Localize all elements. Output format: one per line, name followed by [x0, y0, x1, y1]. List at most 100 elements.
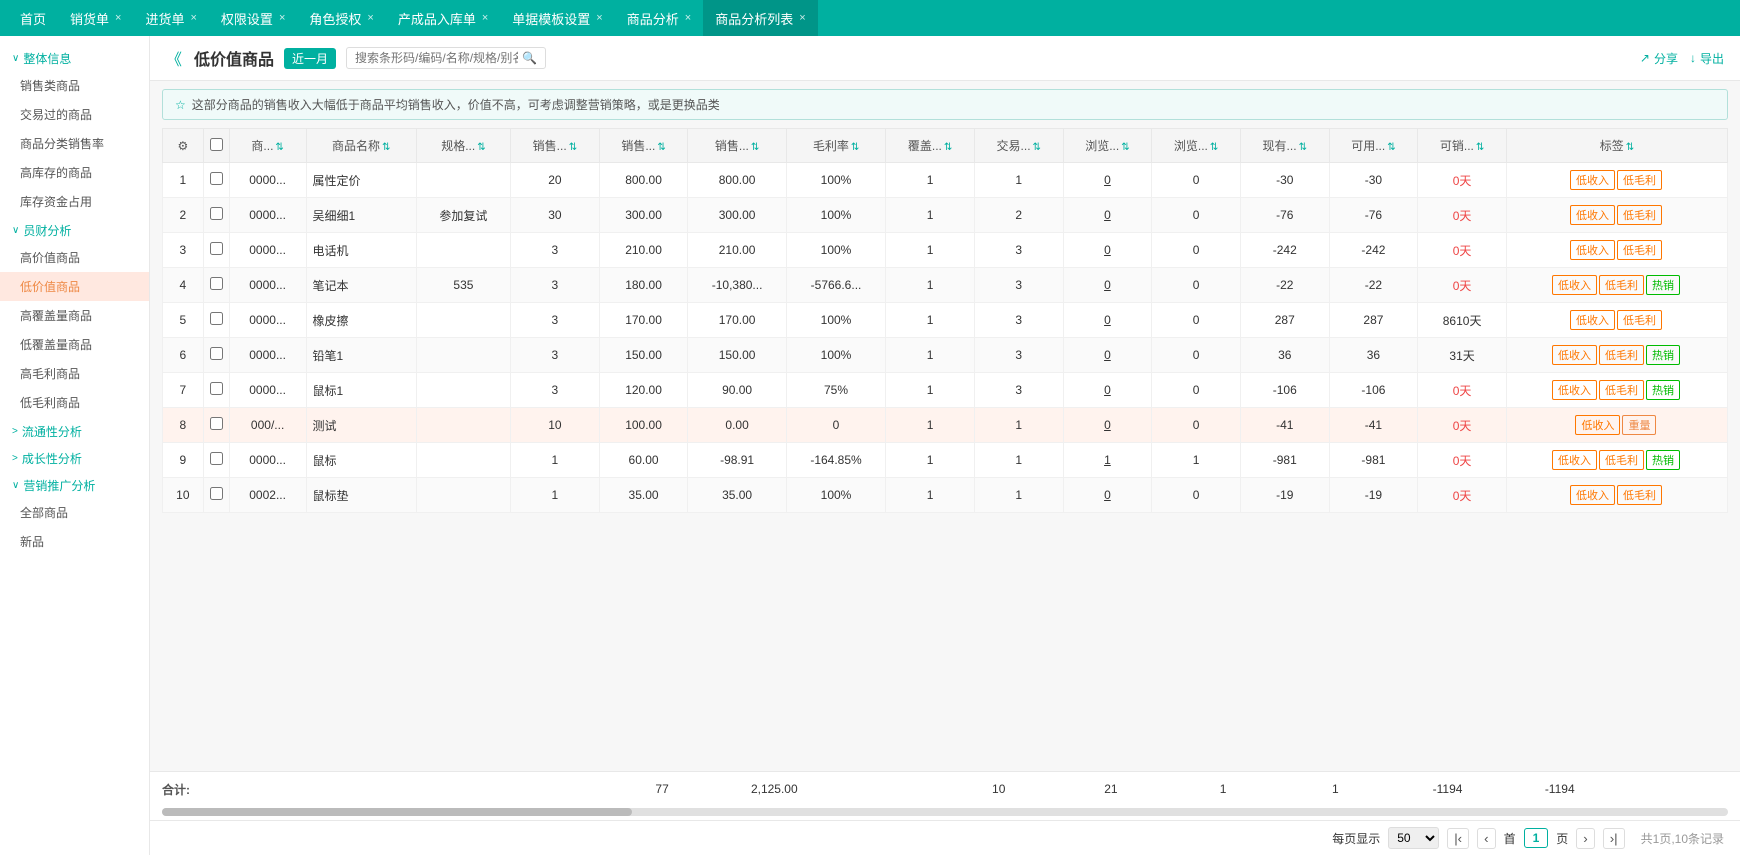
row-code: 0000... — [229, 373, 306, 408]
nav-permissions[interactable]: 权限设置 × — [209, 0, 297, 36]
col-name[interactable]: 商品名称⇅ — [306, 129, 416, 163]
scroll-track[interactable] — [162, 808, 1728, 816]
col-cover[interactable]: 覆盖...⇅ — [886, 129, 975, 163]
nav-close-icon[interactable]: × — [279, 12, 285, 24]
row-checkbox[interactable] — [210, 487, 223, 500]
sidebar-item-low-margin[interactable]: 低毛利商品 — [0, 388, 149, 417]
current-page-number[interactable]: 1 — [1524, 828, 1549, 848]
col-margin[interactable]: 毛利率⇅ — [786, 129, 885, 163]
col-tags[interactable]: 标签⇅ — [1506, 129, 1727, 163]
row-trade: 3 — [974, 303, 1063, 338]
sidebar-item-stock-capital[interactable]: 库存资金占用 — [0, 187, 149, 216]
col-sellable[interactable]: 可销...⇅ — [1418, 129, 1507, 163]
row-browse1[interactable]: 0 — [1063, 478, 1152, 513]
col-sale1[interactable]: 销售...⇅ — [599, 129, 688, 163]
sidebar-item-traded-products[interactable]: 交易过的商品 — [0, 100, 149, 129]
row-browse1[interactable]: 0 — [1063, 163, 1152, 198]
nav-purchase-order[interactable]: 进货单 × — [133, 0, 208, 36]
col-browse1[interactable]: 浏览...⇅ — [1063, 129, 1152, 163]
row-checkbox[interactable] — [210, 452, 223, 465]
nav-close-icon[interactable]: × — [115, 12, 121, 24]
nav-close-icon[interactable]: × — [190, 12, 196, 24]
export-button[interactable]: ↓ 导出 — [1690, 50, 1724, 67]
row-browse1[interactable]: 0 — [1063, 303, 1152, 338]
prev-page-button[interactable]: ‹ — [1477, 828, 1495, 849]
nav-close-icon[interactable]: × — [482, 12, 488, 24]
sidebar-item-high-value[interactable]: 高价值商品 — [0, 243, 149, 272]
row-browse1[interactable]: 0 — [1063, 373, 1152, 408]
row-checkbox[interactable] — [210, 417, 223, 430]
per-page-select[interactable]: 50 100 200 — [1388, 827, 1439, 849]
nav-close-icon[interactable]: × — [367, 12, 373, 24]
col-settings[interactable]: ⚙ — [163, 129, 204, 163]
row-browse1[interactable]: 1 — [1063, 443, 1152, 478]
col-sale2[interactable]: 销售...⇅ — [688, 129, 786, 163]
sidebar-item-category-sales-rate[interactable]: 商品分类销售率 — [0, 129, 149, 158]
row-days: 31天 — [1418, 338, 1507, 373]
tag: 低收入 — [1570, 485, 1615, 505]
sidebar-item-sales-products[interactable]: 销售类商品 — [0, 71, 149, 100]
nav-home[interactable]: 首页 — [8, 0, 58, 36]
row-margin: 100% — [786, 478, 885, 513]
sidebar-item-high-coverage[interactable]: 高覆盖量商品 — [0, 301, 149, 330]
nav-close-icon[interactable]: × — [685, 12, 691, 24]
col-qty[interactable]: 销售...⇅ — [511, 129, 600, 163]
row-checkbox[interactable] — [210, 172, 223, 185]
main-content: 《 低价值商品 近一月 🔍 ↗ 分享 ↓ 导出 ☆ 这部分商品的销售收入大幅 — [150, 36, 1740, 855]
scroll-thumb[interactable] — [162, 808, 632, 816]
sidebar-section-financial[interactable]: ∨ 员财分析 — [0, 216, 149, 243]
row-browse1[interactable]: 0 — [1063, 233, 1152, 268]
sidebar-item-low-value[interactable]: 低价值商品 — [0, 272, 149, 301]
nav-close-icon[interactable]: × — [799, 12, 805, 24]
nav-close-icon[interactable]: × — [596, 12, 602, 24]
row-browse2: 0 — [1152, 268, 1241, 303]
row-browse1[interactable]: 0 — [1063, 338, 1152, 373]
period-button[interactable]: 近一月 — [284, 48, 336, 69]
row-browse1[interactable]: 0 — [1063, 408, 1152, 443]
col-trade[interactable]: 交易...⇅ — [974, 129, 1063, 163]
nav-product-warehouse[interactable]: 产成品入库单 × — [386, 0, 500, 36]
sidebar-section-circulation[interactable]: > 流通性分析 — [0, 417, 149, 444]
col-browse2[interactable]: 浏览...⇅ — [1152, 129, 1241, 163]
row-browse1[interactable]: 0 — [1063, 268, 1152, 303]
row-checkbox[interactable] — [210, 207, 223, 220]
horizontal-scrollbar[interactable] — [150, 806, 1740, 820]
col-code[interactable]: 商...⇅ — [229, 129, 306, 163]
col-spec[interactable]: 规格...⇅ — [416, 129, 510, 163]
sidebar-section-marketing[interactable]: ∨ 营销推广分析 — [0, 471, 149, 498]
page-suffix-label: 页 — [1556, 830, 1568, 847]
row-checkbox[interactable] — [210, 277, 223, 290]
row-browse1[interactable]: 0 — [1063, 198, 1152, 233]
sidebar-section-growth[interactable]: > 成长性分析 — [0, 444, 149, 471]
nav-role-auth[interactable]: 角色授权 × — [297, 0, 385, 36]
row-checkbox[interactable] — [210, 242, 223, 255]
col-avail[interactable]: 可用...⇅ — [1329, 129, 1418, 163]
nav-product-analysis-list[interactable]: 商品分析列表 × — [703, 0, 817, 36]
next-page-button[interactable]: › — [1576, 828, 1594, 849]
nav-product-analysis[interactable]: 商品分析 × — [615, 0, 703, 36]
row-checkbox[interactable] — [210, 312, 223, 325]
last-page-button[interactable]: ›| — [1603, 828, 1625, 849]
sidebar-item-high-stock[interactable]: 高库存的商品 — [0, 158, 149, 187]
nav-template-settings[interactable]: 单据模板设置 × — [500, 0, 614, 36]
search-input[interactable] — [355, 51, 518, 65]
col-checkbox[interactable] — [203, 129, 229, 163]
row-spec — [416, 163, 510, 198]
sidebar-item-high-margin[interactable]: 高毛利商品 — [0, 359, 149, 388]
col-stock[interactable]: 现有...⇅ — [1240, 129, 1329, 163]
row-checkbox[interactable] — [210, 347, 223, 360]
nav-sales-order[interactable]: 销货单 × — [58, 0, 133, 36]
sidebar-item-all-products[interactable]: 全部商品 — [0, 498, 149, 527]
first-page-button[interactable]: |‹ — [1447, 828, 1469, 849]
row-qty: 1 — [511, 443, 600, 478]
share-button[interactable]: ↗ 分享 — [1640, 50, 1678, 67]
search-icon[interactable]: 🔍 — [522, 51, 537, 65]
sidebar-item-new-products[interactable]: 新品 — [0, 527, 149, 556]
sidebar-section-overall[interactable]: ∨ 整体信息 — [0, 44, 149, 71]
select-all-checkbox[interactable] — [210, 138, 223, 151]
row-number: 10 — [163, 478, 204, 513]
collapse-sidebar-button[interactable]: 《 — [166, 46, 182, 70]
tag: 低收入 — [1570, 310, 1615, 330]
row-checkbox[interactable] — [210, 382, 223, 395]
sidebar-item-low-coverage[interactable]: 低覆盖量商品 — [0, 330, 149, 359]
